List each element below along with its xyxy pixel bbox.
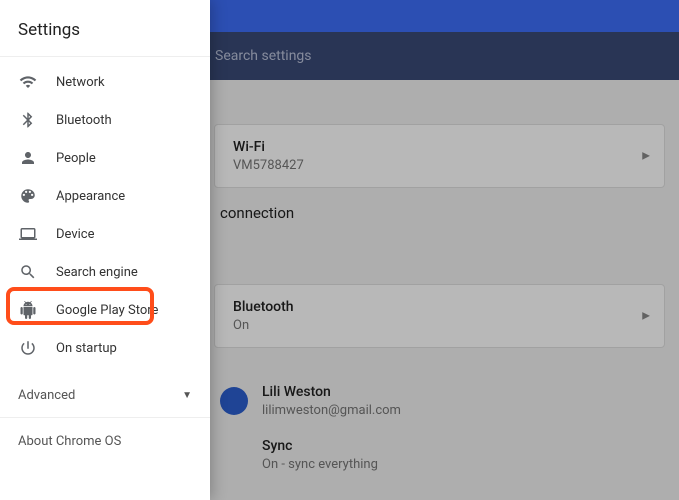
palette-icon bbox=[18, 186, 38, 206]
power-icon bbox=[18, 338, 38, 358]
settings-sidebar: Settings Network Bluetooth People Appear… bbox=[0, 0, 210, 500]
sidebar-item-label: Bluetooth bbox=[56, 113, 112, 128]
sidebar-item-people[interactable]: People bbox=[0, 139, 210, 177]
sidebar-item-label: On startup bbox=[56, 341, 117, 356]
sidebar-item-google-play-store[interactable]: Google Play Store bbox=[0, 291, 210, 329]
sidebar-item-appearance[interactable]: Appearance bbox=[0, 177, 210, 215]
caret-down-icon: ▼ bbox=[182, 390, 192, 401]
advanced-label: Advanced bbox=[18, 388, 75, 403]
sidebar-item-label: Google Play Store bbox=[56, 303, 158, 318]
sidebar-title: Settings bbox=[0, 0, 210, 56]
sidebar-item-device[interactable]: Device bbox=[0, 215, 210, 253]
sidebar-item-label: Search engine bbox=[56, 265, 138, 280]
laptop-icon bbox=[18, 224, 38, 244]
sidebar-advanced[interactable]: Advanced ▼ bbox=[0, 373, 210, 417]
sidebar-item-on-startup[interactable]: On startup bbox=[0, 329, 210, 367]
sidebar-item-label: Device bbox=[56, 227, 95, 242]
sidebar-item-label: People bbox=[56, 151, 96, 166]
android-icon bbox=[18, 300, 38, 320]
sidebar-item-bluetooth[interactable]: Bluetooth bbox=[0, 101, 210, 139]
sidebar-item-label: Appearance bbox=[56, 189, 125, 204]
sidebar-item-search-engine[interactable]: Search engine bbox=[0, 253, 210, 291]
bluetooth-icon bbox=[18, 110, 38, 130]
person-icon bbox=[18, 148, 38, 168]
sidebar-item-network[interactable]: Network bbox=[0, 63, 210, 101]
about-label: About Chrome OS bbox=[18, 434, 121, 449]
sidebar-about[interactable]: About Chrome OS bbox=[0, 418, 210, 465]
search-icon bbox=[18, 262, 38, 282]
wifi-icon bbox=[18, 72, 38, 92]
sidebar-item-label: Network bbox=[56, 75, 105, 90]
